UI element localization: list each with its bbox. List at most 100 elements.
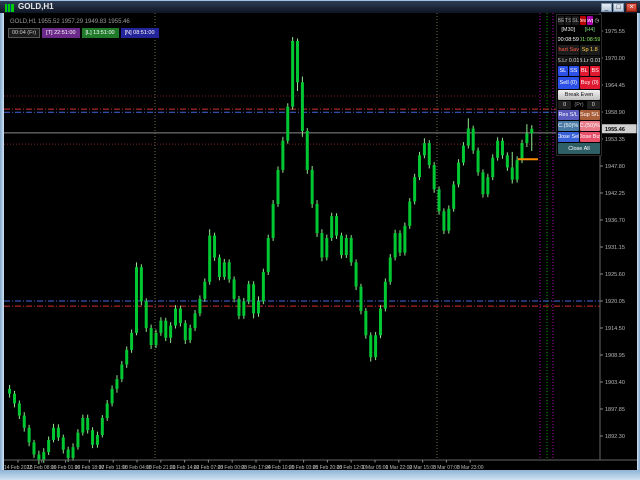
close-all-button[interactable]: Close All <box>558 143 600 154</box>
candle-body <box>174 308 178 326</box>
clock-icon[interactable]: ◷ <box>593 16 601 25</box>
buy-button[interactable]: Buy (0) <box>579 77 600 89</box>
minimize-button[interactable]: _ <box>601 3 612 12</box>
candle-body <box>47 439 51 453</box>
candle-body <box>139 267 143 302</box>
candle-body <box>193 313 197 329</box>
res-sl-button[interactable]: Res S/L <box>558 110 579 120</box>
sell-lot-input[interactable]: S.Lr 0.01 <box>558 56 579 65</box>
buy-profit-value: 0 <box>586 101 600 109</box>
candle-body <box>100 418 104 436</box>
candle-body <box>349 238 353 263</box>
candle-body <box>32 442 36 455</box>
close-sell-button[interactable]: Close Sell <box>558 132 579 142</box>
close-button[interactable]: × <box>626 3 637 12</box>
price-axis-label: 1920.05 <box>605 299 625 305</box>
candle-body <box>476 150 480 173</box>
candle-body <box>286 106 290 141</box>
candle-body <box>418 155 422 178</box>
candle-body <box>56 427 60 438</box>
candle-body <box>457 162 461 185</box>
buy-lot-input[interactable]: B.Lr 0.01 <box>579 56 600 65</box>
swap-badge[interactable]: swp <box>586 16 593 25</box>
close-half-buy-button[interactable]: C.(50)% <box>579 121 600 131</box>
sell-stop-button[interactable]: SS <box>568 66 579 76</box>
candle-body <box>530 128 534 134</box>
session-timer-chip-3: [N] 08:51:00 <box>120 28 159 38</box>
candle-body <box>222 262 226 277</box>
candle-body <box>471 128 475 151</box>
price-axis-label: 1897.85 <box>605 407 625 413</box>
breakeven-row: Break Even <box>558 90 600 100</box>
chart-save-button[interactable]: Chart Save <box>558 45 579 55</box>
chart-area[interactable]: 1975.55 1970.00 1964.45 1958.90 1953.35 1947.… <box>4 13 637 471</box>
candle-body <box>247 284 251 302</box>
sell-button[interactable]: Sell (0) <box>558 77 579 89</box>
candle-body <box>242 301 246 316</box>
candle-body <box>76 432 80 448</box>
candle-body <box>110 388 114 404</box>
price-axis-label: 1903.40 <box>605 380 625 386</box>
buy-limit-button[interactable]: BL <box>579 66 590 76</box>
candle-body <box>208 235 212 282</box>
candle-body <box>227 262 231 280</box>
candle-body <box>413 177 417 202</box>
sell-profit-value: 0 <box>558 101 572 109</box>
candle-body <box>330 216 334 239</box>
trailing-flag[interactable]: TS <box>565 16 572 25</box>
countdown-h4: 01:08:59 <box>579 35 600 44</box>
candle-body <box>232 279 236 299</box>
price-axis-label: 1892.30 <box>605 434 625 440</box>
chart-icon <box>5 4 14 12</box>
maximize-button[interactable]: □ <box>613 3 624 12</box>
candle-body <box>22 415 26 428</box>
price-axis-label: 1947.80 <box>605 164 625 170</box>
tf-h4[interactable]: [H4] <box>579 26 600 34</box>
candlestick-chart[interactable]: 1975.55 1970.00 1964.45 1958.90 1953.35 1947.… <box>4 13 637 471</box>
window-border-bottom[interactable] <box>0 470 640 480</box>
candle-body <box>125 349 129 365</box>
candle-body <box>159 320 163 333</box>
candle-body <box>300 82 304 131</box>
candle-body <box>437 189 441 212</box>
close-half-row: C.(50)% C.(50)% <box>558 121 600 131</box>
candle-body <box>315 203 319 234</box>
candle-body <box>398 233 402 253</box>
candle-body <box>81 418 85 433</box>
save-spread-row: Chart SaveSp 1.8 <box>558 45 600 55</box>
session-timer-chip-2: [L] 13:51:00 <box>81 28 119 38</box>
current-price-label: 1955.46 <box>605 127 625 133</box>
candle-body <box>291 40 295 107</box>
candle-body <box>320 233 324 258</box>
tf-m30[interactable]: [M30] <box>558 26 579 34</box>
candle-body <box>188 328 192 341</box>
session-timer-chip-1: [T] 22:51:00 <box>42 28 80 38</box>
sup-sl-button[interactable]: Sup S/L <box>579 110 600 120</box>
sell-limit-button[interactable]: SL <box>558 66 568 76</box>
spread-value: Sp 1.8 <box>579 45 600 55</box>
candle-body <box>169 325 173 338</box>
candle-body <box>52 427 56 440</box>
price-axis-label: 1953.35 <box>605 137 625 143</box>
candle-body <box>271 203 275 239</box>
candle-body <box>276 169 280 204</box>
close-buy-button[interactable]: Close Buy <box>579 132 600 142</box>
close-all-row: Close All <box>558 143 600 154</box>
timeframe-row: [M30] [H4] <box>558 26 600 34</box>
candle-body <box>27 427 31 443</box>
countdown-m30: 00:08:59 <box>558 35 579 44</box>
breakeven-flag[interactable]: BE <box>558 16 565 25</box>
account-type-badge: Real <box>579 16 586 25</box>
stoploss-flag[interactable]: SL <box>572 16 579 25</box>
buy-stop-button[interactable]: BS <box>590 66 600 76</box>
candle-body <box>305 130 309 170</box>
candle-body <box>486 177 490 195</box>
ohlc-info-line: GOLD,H1 1955.52 1957.29 1949.83 1955.46 <box>10 19 130 25</box>
candle-body <box>164 320 168 338</box>
break-even-button[interactable]: Break Even <box>558 90 600 100</box>
candle-body <box>339 235 343 256</box>
close-half-sell-button[interactable]: C.(50)% <box>558 121 579 131</box>
candle-body <box>91 430 95 445</box>
candle-body <box>86 418 90 431</box>
candle-body <box>422 143 426 156</box>
